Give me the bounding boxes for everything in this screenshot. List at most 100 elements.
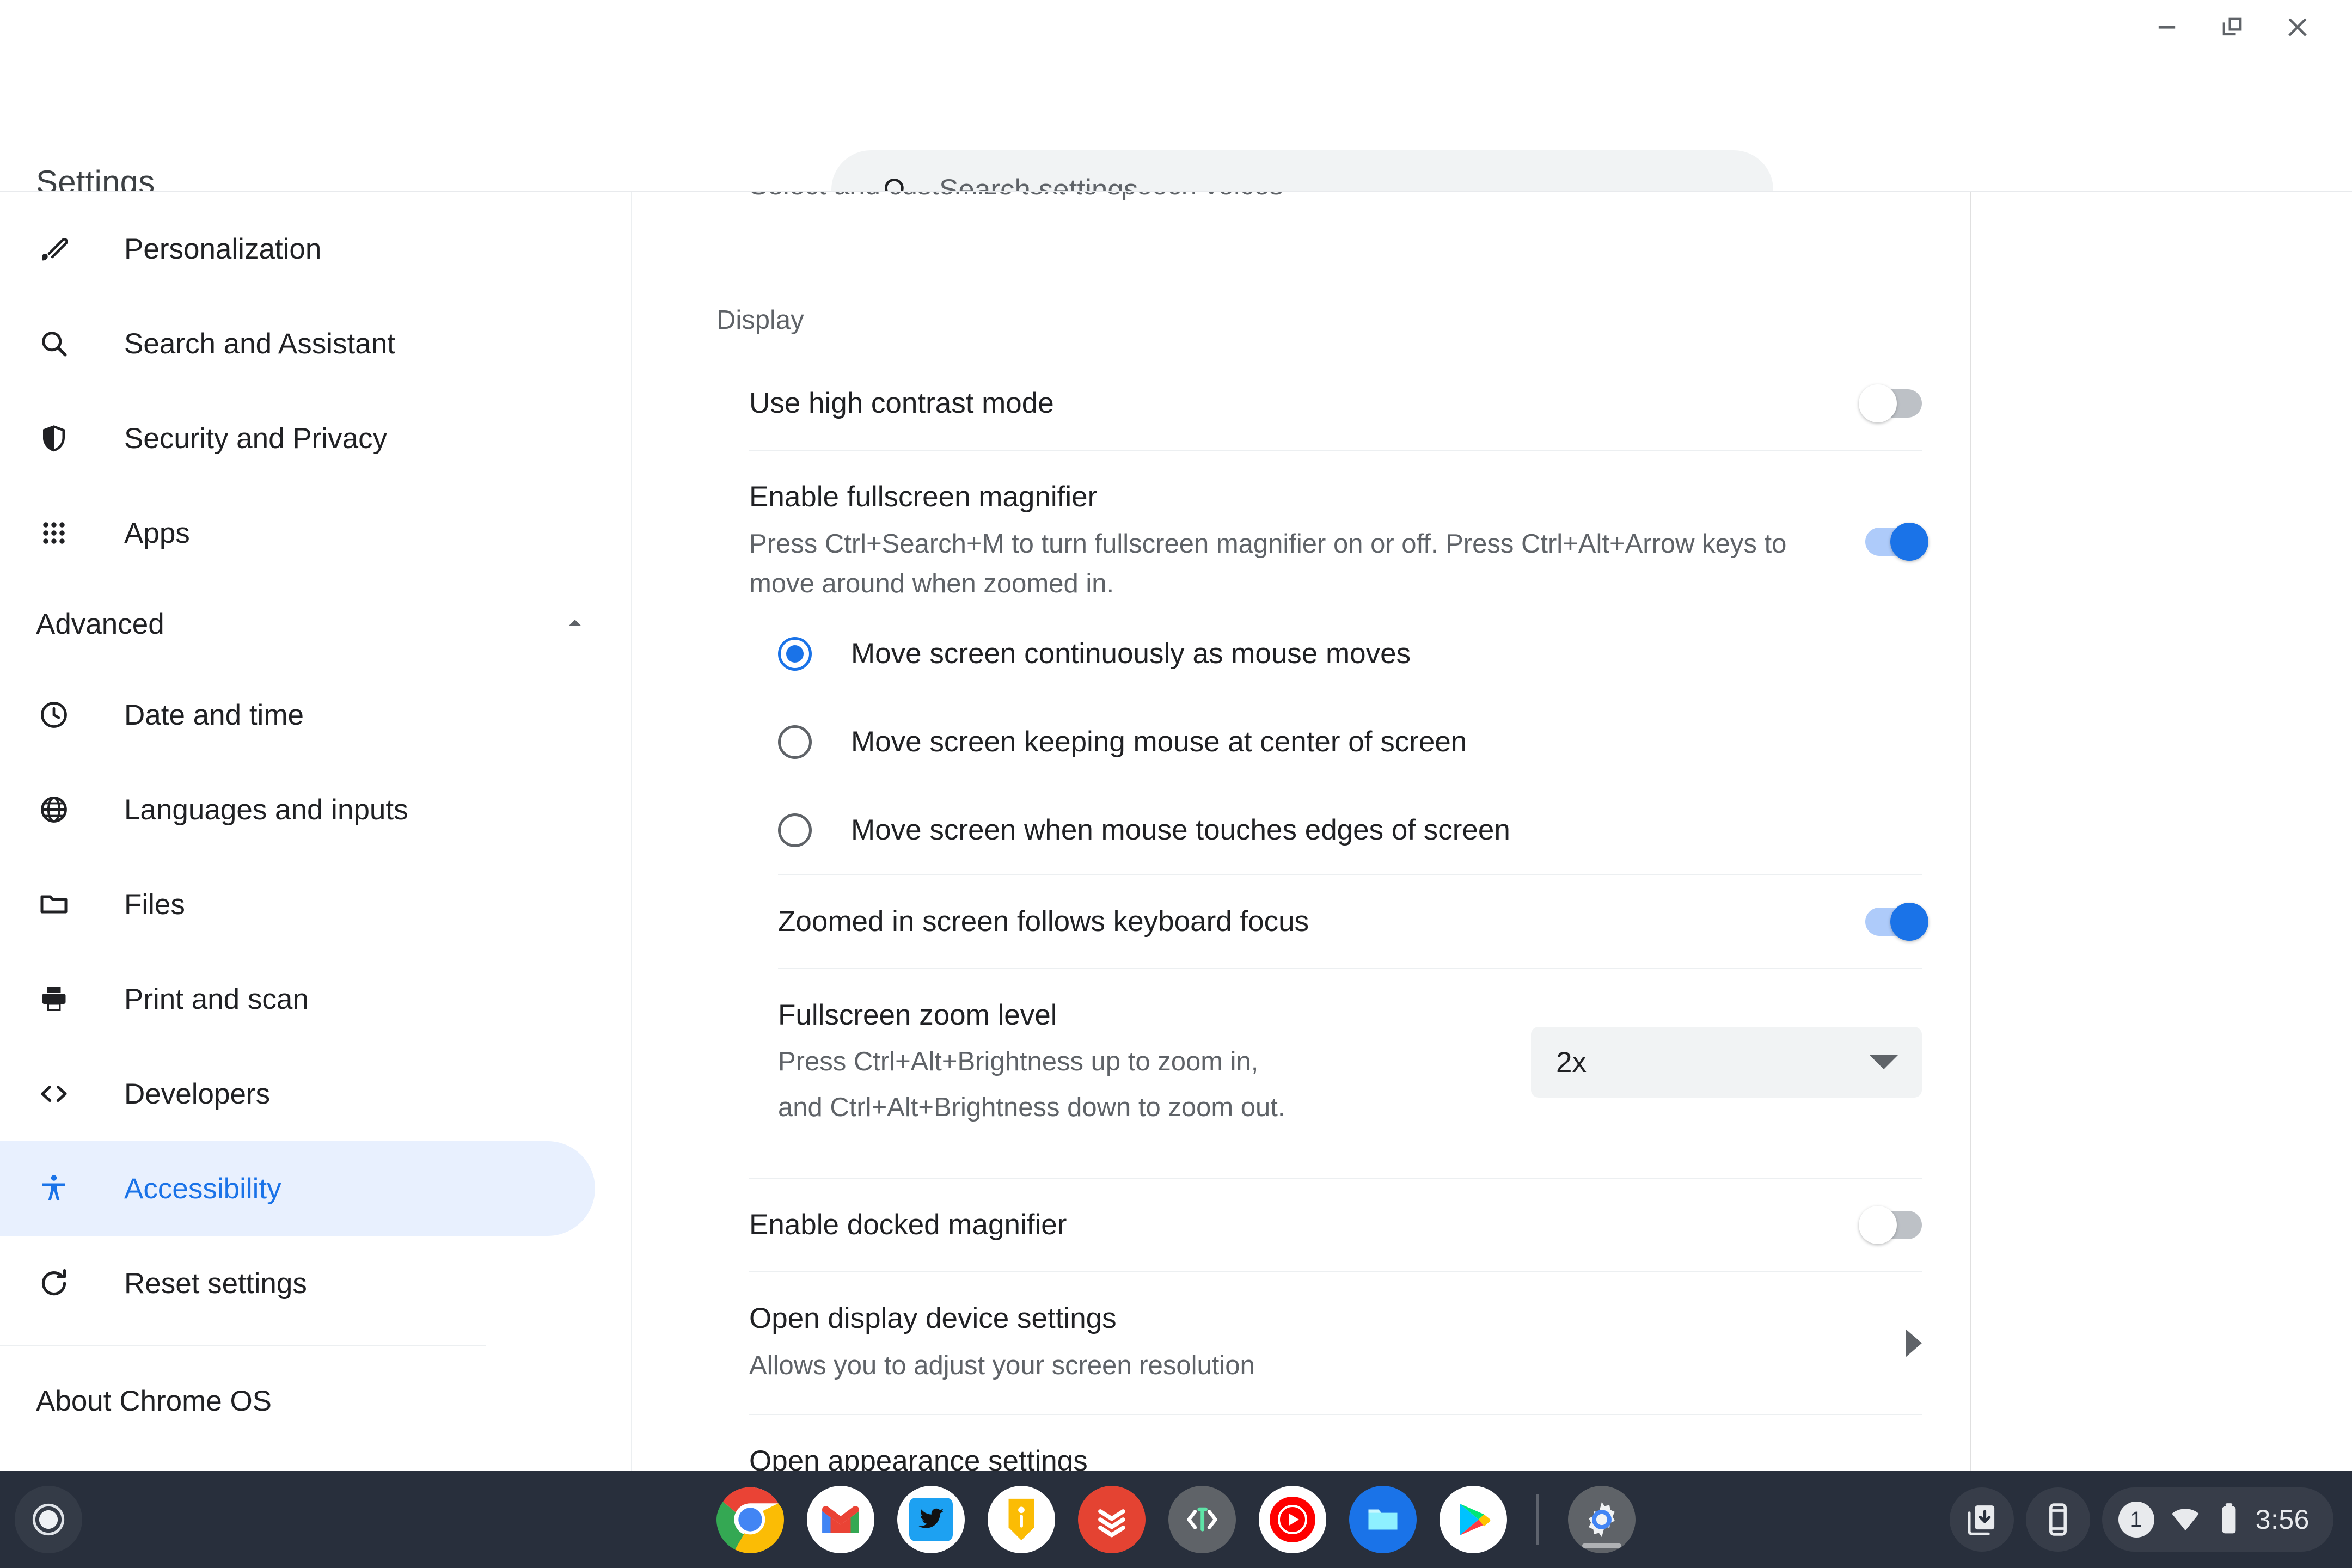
zoom-level-selected-value: 2x bbox=[1556, 1046, 1587, 1079]
settings-body: Personalization Search and Assistant Sec… bbox=[0, 191, 2352, 1472]
sidebar-item-personalization[interactable]: Personalization bbox=[0, 201, 595, 296]
search-icon bbox=[36, 326, 72, 362]
zoom-level-select[interactable]: 2x bbox=[1531, 1027, 1922, 1098]
fullscreen-magnifier-label: Enable fullscreen magnifier bbox=[749, 481, 1098, 513]
zoom-level-description-line2: and Ctrl+Alt+Brightness down to zoom out… bbox=[778, 1092, 1285, 1122]
shelf-app-settings[interactable] bbox=[1568, 1486, 1636, 1553]
keyboard-focus-row[interactable]: Zoomed in screen follows keyboard focus bbox=[778, 874, 1928, 968]
shelf-app-todoist[interactable] bbox=[1078, 1486, 1146, 1553]
sidebar-item-label: Developers bbox=[124, 1077, 271, 1110]
sidebar-item-apps[interactable]: Apps bbox=[0, 486, 595, 580]
sidebar-item-developers[interactable]: Developers bbox=[0, 1046, 595, 1141]
code-icon bbox=[36, 1076, 72, 1112]
keyboard-focus-label: Zoomed in screen follows keyboard focus bbox=[778, 905, 1309, 938]
sidebar-item-print-and-scan[interactable]: Print and scan bbox=[0, 952, 595, 1046]
shelf-app-files[interactable] bbox=[1349, 1486, 1417, 1553]
shelf-app-play-store[interactable] bbox=[1440, 1486, 1507, 1553]
shelf-app-google-keep[interactable] bbox=[988, 1486, 1055, 1553]
restore-button[interactable] bbox=[2200, 0, 2265, 54]
printer-icon bbox=[36, 981, 72, 1017]
high-contrast-toggle[interactable] bbox=[1859, 384, 1922, 423]
shelf-app-twitter[interactable] bbox=[897, 1486, 965, 1553]
chromeos-settings-window: Settings Search settings Personalization… bbox=[0, 0, 2352, 1568]
sidebar-item-about-chrome-os[interactable]: About Chrome OS bbox=[0, 1360, 631, 1442]
chevron-up-icon bbox=[562, 610, 587, 638]
magnifier-mode-label: Move screen continuously as mouse moves bbox=[851, 638, 1411, 670]
downloads-tray-button[interactable] bbox=[1949, 1487, 2014, 1552]
window-caption-bar bbox=[0, 0, 2352, 54]
settings-content-scroll[interactable]: Select and customize text-to-speech voic… bbox=[633, 192, 1971, 1472]
status-area-tray[interactable]: 1 3:56 bbox=[2102, 1487, 2333, 1552]
wifi-icon bbox=[2169, 1502, 2202, 1538]
zoom-level-label: Fullscreen zoom level bbox=[778, 999, 1057, 1031]
toggle-knob bbox=[1890, 902, 1928, 941]
sidebar-item-label: Security and Privacy bbox=[124, 422, 388, 455]
radio-button[interactable] bbox=[778, 725, 812, 759]
appearance-settings-row[interactable]: Open appearance settings Customize your … bbox=[749, 1415, 1922, 1472]
display-device-settings-row[interactable]: Open display device settings Allows you … bbox=[749, 1272, 1922, 1415]
battery-icon bbox=[2216, 1502, 2241, 1538]
sidebar-item-label: Files bbox=[124, 888, 185, 921]
content-right-gutter bbox=[1972, 192, 2352, 1472]
clock-label: 3:56 bbox=[2255, 1504, 2310, 1535]
sidebar-item-label: Languages and inputs bbox=[124, 793, 408, 826]
sidebar-item-reset-settings[interactable]: Reset settings bbox=[0, 1236, 595, 1331]
magnifier-mode-option-edges[interactable]: Move screen when mouse touches edges of … bbox=[778, 786, 1922, 874]
shelf-app-youtube-music[interactable] bbox=[1259, 1486, 1326, 1553]
minimize-button[interactable] bbox=[2134, 0, 2200, 54]
notification-count-badge: 1 bbox=[2118, 1502, 2154, 1538]
chevron-down-icon bbox=[1870, 1055, 1898, 1070]
close-button[interactable] bbox=[2265, 0, 2330, 54]
grid-apps-icon bbox=[36, 515, 72, 551]
sidebar-item-label: Apps bbox=[124, 517, 190, 549]
sidebar-item-accessibility[interactable]: Accessibility bbox=[0, 1141, 595, 1236]
shelf-separator bbox=[1536, 1494, 1539, 1545]
fullscreen-magnifier-row[interactable]: Enable fullscreen magnifier Press Ctrl+S… bbox=[749, 451, 1928, 609]
shield-icon bbox=[36, 420, 72, 456]
toggle-knob bbox=[1859, 1206, 1897, 1245]
chromeos-shelf: 1 3:56 bbox=[0, 1471, 2352, 1568]
launcher-button[interactable] bbox=[15, 1486, 82, 1553]
radio-button[interactable] bbox=[778, 813, 812, 847]
display-device-settings-label: Open display device settings bbox=[749, 1302, 1117, 1335]
settings-sidebar: Personalization Search and Assistant Sec… bbox=[0, 192, 632, 1472]
globe-icon bbox=[36, 792, 72, 828]
zoom-level-description-line1: Press Ctrl+Alt+Brightness up to zoom in, bbox=[778, 1047, 1259, 1076]
shelf-app-text-editor[interactable] bbox=[1168, 1486, 1236, 1553]
phone-hub-tray-button[interactable] bbox=[2025, 1487, 2090, 1552]
shelf-app-chrome[interactable] bbox=[716, 1486, 784, 1553]
docked-magnifier-toggle[interactable] bbox=[1859, 1206, 1922, 1245]
toggle-knob bbox=[1859, 384, 1897, 423]
docked-magnifier-label: Enable docked magnifier bbox=[749, 1209, 1067, 1241]
folder-icon bbox=[36, 886, 72, 922]
magnifier-mode-group: Move screen continuously as mouse moves … bbox=[778, 610, 1928, 1156]
sidebar-item-files[interactable]: Files bbox=[0, 857, 595, 952]
docked-magnifier-row[interactable]: Enable docked magnifier bbox=[749, 1178, 1922, 1273]
content-inner: Select and customize text-to-speech voic… bbox=[633, 192, 1970, 1472]
fullscreen-magnifier-toggle[interactable] bbox=[1865, 522, 1928, 561]
sidebar-item-search-and-assistant[interactable]: Search and Assistant bbox=[0, 296, 595, 391]
clipped-tts-description: Select and customize text-to-speech voic… bbox=[633, 192, 1970, 207]
sidebar-item-label: Print and scan bbox=[124, 983, 309, 1015]
restore-icon bbox=[36, 1265, 72, 1301]
sidebar-item-label: About Chrome OS bbox=[36, 1385, 272, 1417]
radio-button[interactable] bbox=[778, 636, 812, 671]
magnifier-mode-option-continuous[interactable]: Move screen continuously as mouse moves bbox=[778, 610, 1922, 698]
sidebar-item-languages-and-inputs[interactable]: Languages and inputs bbox=[0, 762, 595, 857]
magnifier-mode-label: Move screen when mouse touches edges of … bbox=[851, 814, 1510, 846]
high-contrast-row[interactable]: Use high contrast mode bbox=[749, 357, 1922, 451]
keyboard-focus-toggle[interactable] bbox=[1865, 902, 1928, 941]
shelf-app-list bbox=[716, 1486, 1636, 1553]
sidebar-item-security-and-privacy[interactable]: Security and Privacy bbox=[0, 391, 595, 486]
system-tray: 1 3:56 bbox=[1949, 1487, 2333, 1552]
display-device-settings-description: Allows you to adjust your screen resolut… bbox=[749, 1350, 1255, 1380]
fullscreen-magnifier-description: Press Ctrl+Search+M to turn fullscreen m… bbox=[749, 529, 1787, 599]
sidebar-item-date-and-time[interactable]: Date and time bbox=[0, 667, 595, 762]
sidebar-item-label: Search and Assistant bbox=[124, 327, 395, 360]
appearance-settings-label: Open appearance settings bbox=[749, 1445, 1088, 1472]
magnifier-mode-option-center[interactable]: Move screen keeping mouse at center of s… bbox=[778, 698, 1922, 786]
accessibility-icon bbox=[36, 1171, 72, 1206]
high-contrast-label: Use high contrast mode bbox=[749, 387, 1054, 419]
sidebar-advanced-toggle[interactable]: Advanced bbox=[0, 580, 631, 667]
shelf-app-gmail[interactable] bbox=[807, 1486, 874, 1553]
